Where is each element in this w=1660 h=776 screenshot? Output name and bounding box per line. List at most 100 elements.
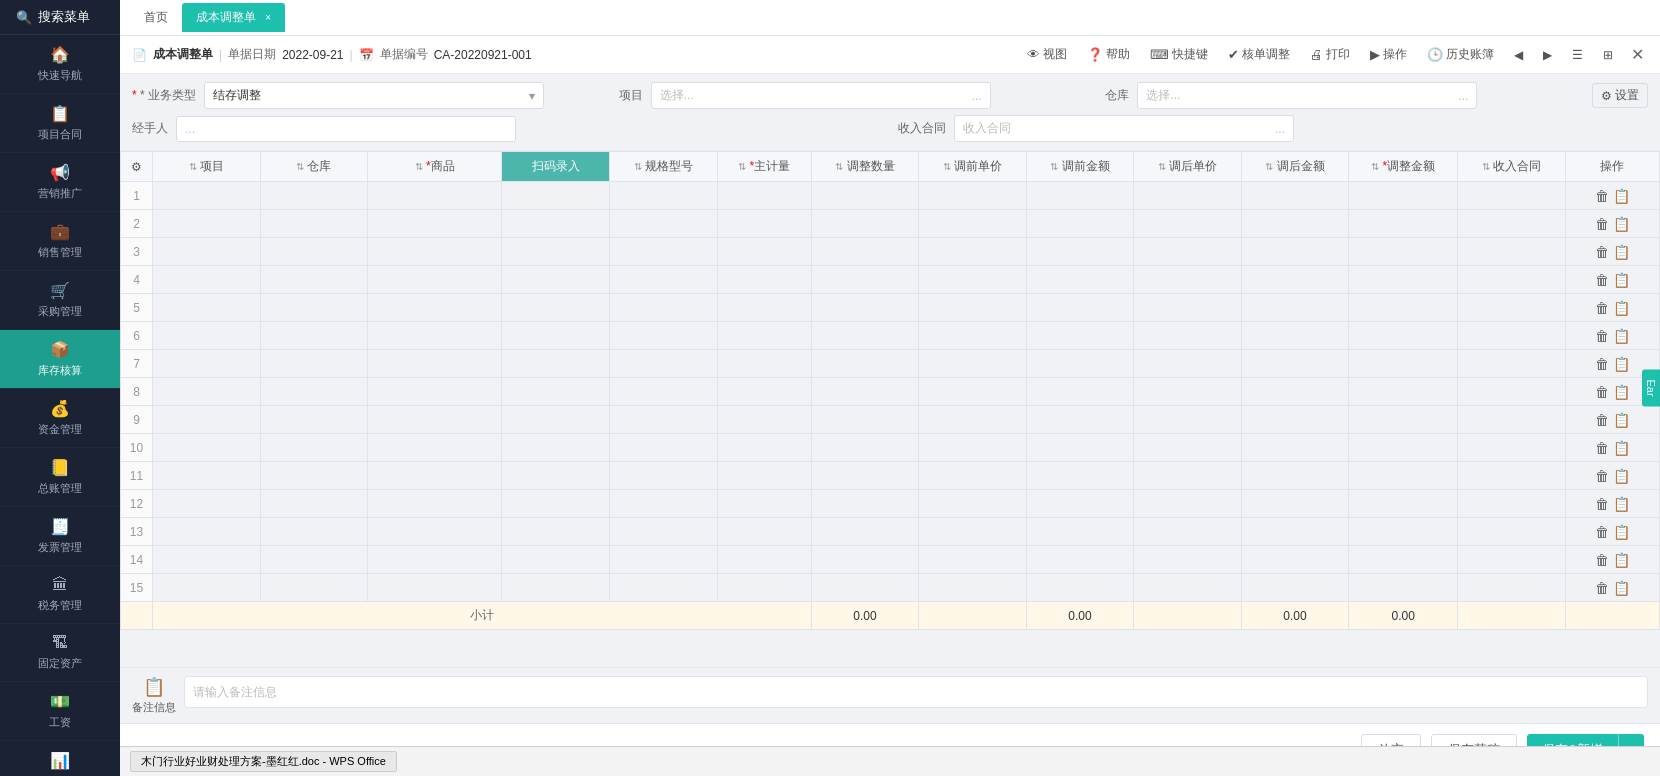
- col-header-product[interactable]: ⇅ *商品: [368, 152, 502, 182]
- sidebar-item-project-contract[interactable]: 📋 项目合同: [0, 94, 120, 153]
- cell-unit[interactable]: [717, 322, 811, 350]
- cell-adjust-amount[interactable]: [1349, 322, 1458, 350]
- delete-icon[interactable]: 🗑: [1595, 300, 1609, 316]
- print-btn[interactable]: 🖨 打印: [1304, 44, 1356, 65]
- cell-warehouse[interactable]: [260, 210, 368, 238]
- cell-unit[interactable]: [717, 462, 811, 490]
- copy-icon[interactable]: 📋: [1613, 356, 1630, 372]
- delete-icon[interactable]: 🗑: [1595, 356, 1609, 372]
- delete-icon[interactable]: 🗑: [1595, 524, 1609, 540]
- cell-after-price[interactable]: [1134, 266, 1242, 294]
- cell-unit[interactable]: [717, 546, 811, 574]
- cell-product[interactable]: [368, 182, 502, 210]
- cell-project[interactable]: [153, 210, 261, 238]
- cell-project[interactable]: [153, 406, 261, 434]
- check-adjust-btn[interactable]: ✔ 核单调整: [1222, 44, 1296, 65]
- cell-after-price[interactable]: [1134, 574, 1242, 602]
- cell-before-amount[interactable]: [1026, 182, 1134, 210]
- cell-after-price[interactable]: [1134, 322, 1242, 350]
- delete-icon[interactable]: 🗑: [1595, 216, 1609, 232]
- delete-icon[interactable]: 🗑: [1595, 552, 1609, 568]
- copy-icon[interactable]: 📋: [1613, 188, 1630, 204]
- cell-after-amount[interactable]: [1241, 238, 1349, 266]
- cell-product[interactable]: [368, 434, 502, 462]
- cell-before-price[interactable]: [919, 350, 1027, 378]
- cell-unit[interactable]: [717, 238, 811, 266]
- cell-income-contract[interactable]: [1458, 210, 1566, 238]
- biz-type-select[interactable]: 结存调整 ▾: [204, 82, 544, 109]
- cell-product[interactable]: [368, 518, 502, 546]
- cell-before-amount[interactable]: [1026, 546, 1134, 574]
- cell-income-contract[interactable]: [1458, 434, 1566, 462]
- cell-qty[interactable]: [811, 322, 919, 350]
- cell-scan[interactable]: [502, 294, 610, 322]
- cell-adjust-amount[interactable]: [1349, 546, 1458, 574]
- cell-project[interactable]: [153, 294, 261, 322]
- cell-project[interactable]: [153, 462, 261, 490]
- sidebar-item-ops-mgmt[interactable]: 📊 经营管理: [0, 741, 120, 776]
- sidebar-item-fixed-assets[interactable]: 🏗 固定资产: [0, 624, 120, 682]
- cell-income-contract[interactable]: [1458, 350, 1566, 378]
- cell-before-amount[interactable]: [1026, 406, 1134, 434]
- cell-income-contract[interactable]: [1458, 406, 1566, 434]
- col-header-after-price[interactable]: ⇅ 调后单价: [1134, 152, 1242, 182]
- cell-after-amount[interactable]: [1241, 546, 1349, 574]
- cell-income-contract[interactable]: [1458, 294, 1566, 322]
- sidebar-item-invoice-mgmt[interactable]: 🧾 发票管理: [0, 507, 120, 566]
- cell-product[interactable]: [368, 238, 502, 266]
- delete-icon[interactable]: 🗑: [1595, 272, 1609, 288]
- copy-icon[interactable]: 📋: [1613, 552, 1630, 568]
- cell-spec[interactable]: [610, 322, 718, 350]
- copy-icon[interactable]: 📋: [1613, 272, 1630, 288]
- cell-spec[interactable]: [610, 238, 718, 266]
- cell-spec[interactable]: [610, 546, 718, 574]
- sidebar-search[interactable]: 🔍 搜索菜单: [0, 0, 120, 35]
- copy-icon[interactable]: 📋: [1613, 580, 1630, 596]
- col-header-before-amount[interactable]: ⇅ 调前金额: [1026, 152, 1134, 182]
- cell-after-price[interactable]: [1134, 378, 1242, 406]
- remarks-toggle[interactable]: 📋 备注信息: [132, 676, 176, 715]
- col-header-spec[interactable]: ⇅ 规格型号: [610, 152, 718, 182]
- cell-qty[interactable]: [811, 238, 919, 266]
- cell-before-price[interactable]: [919, 518, 1027, 546]
- cell-after-amount[interactable]: [1241, 182, 1349, 210]
- copy-icon[interactable]: 📋: [1613, 412, 1630, 428]
- cell-project[interactable]: [153, 378, 261, 406]
- cell-after-price[interactable]: [1134, 210, 1242, 238]
- tab-home[interactable]: 首页: [130, 3, 182, 32]
- cell-project[interactable]: [153, 574, 261, 602]
- cell-qty[interactable]: [811, 378, 919, 406]
- cell-after-price[interactable]: [1134, 182, 1242, 210]
- cell-warehouse[interactable]: [260, 518, 368, 546]
- sidebar-item-quick-nav[interactable]: 🏠 快速导航: [0, 35, 120, 94]
- cell-before-amount[interactable]: [1026, 574, 1134, 602]
- delete-icon[interactable]: 🗑: [1595, 188, 1609, 204]
- cell-before-amount[interactable]: [1026, 238, 1134, 266]
- cell-after-price[interactable]: [1134, 350, 1242, 378]
- cell-scan[interactable]: [502, 378, 610, 406]
- cell-adjust-amount[interactable]: [1349, 266, 1458, 294]
- cell-scan[interactable]: [502, 406, 610, 434]
- copy-icon[interactable]: 📋: [1613, 244, 1630, 260]
- cell-scan[interactable]: [502, 574, 610, 602]
- list-view-btn[interactable]: ☰: [1566, 46, 1589, 64]
- col-header-qty[interactable]: ⇅ 调整数量: [811, 152, 919, 182]
- cell-unit[interactable]: [717, 294, 811, 322]
- cell-before-price[interactable]: [919, 546, 1027, 574]
- cell-project[interactable]: [153, 490, 261, 518]
- tab-close-icon[interactable]: ×: [265, 12, 271, 23]
- cell-qty[interactable]: [811, 434, 919, 462]
- cell-warehouse[interactable]: [260, 546, 368, 574]
- cell-before-amount[interactable]: [1026, 518, 1134, 546]
- cell-adjust-amount[interactable]: [1349, 462, 1458, 490]
- cell-unit[interactable]: [717, 574, 811, 602]
- cell-product[interactable]: [368, 266, 502, 294]
- cell-adjust-amount[interactable]: [1349, 518, 1458, 546]
- cell-spec[interactable]: [610, 266, 718, 294]
- col-header-unit[interactable]: ⇅ *主计量: [717, 152, 811, 182]
- cell-income-contract[interactable]: [1458, 462, 1566, 490]
- cell-before-price[interactable]: [919, 322, 1027, 350]
- delete-icon[interactable]: 🗑: [1595, 328, 1609, 344]
- cell-scan[interactable]: [502, 350, 610, 378]
- cell-after-price[interactable]: [1134, 294, 1242, 322]
